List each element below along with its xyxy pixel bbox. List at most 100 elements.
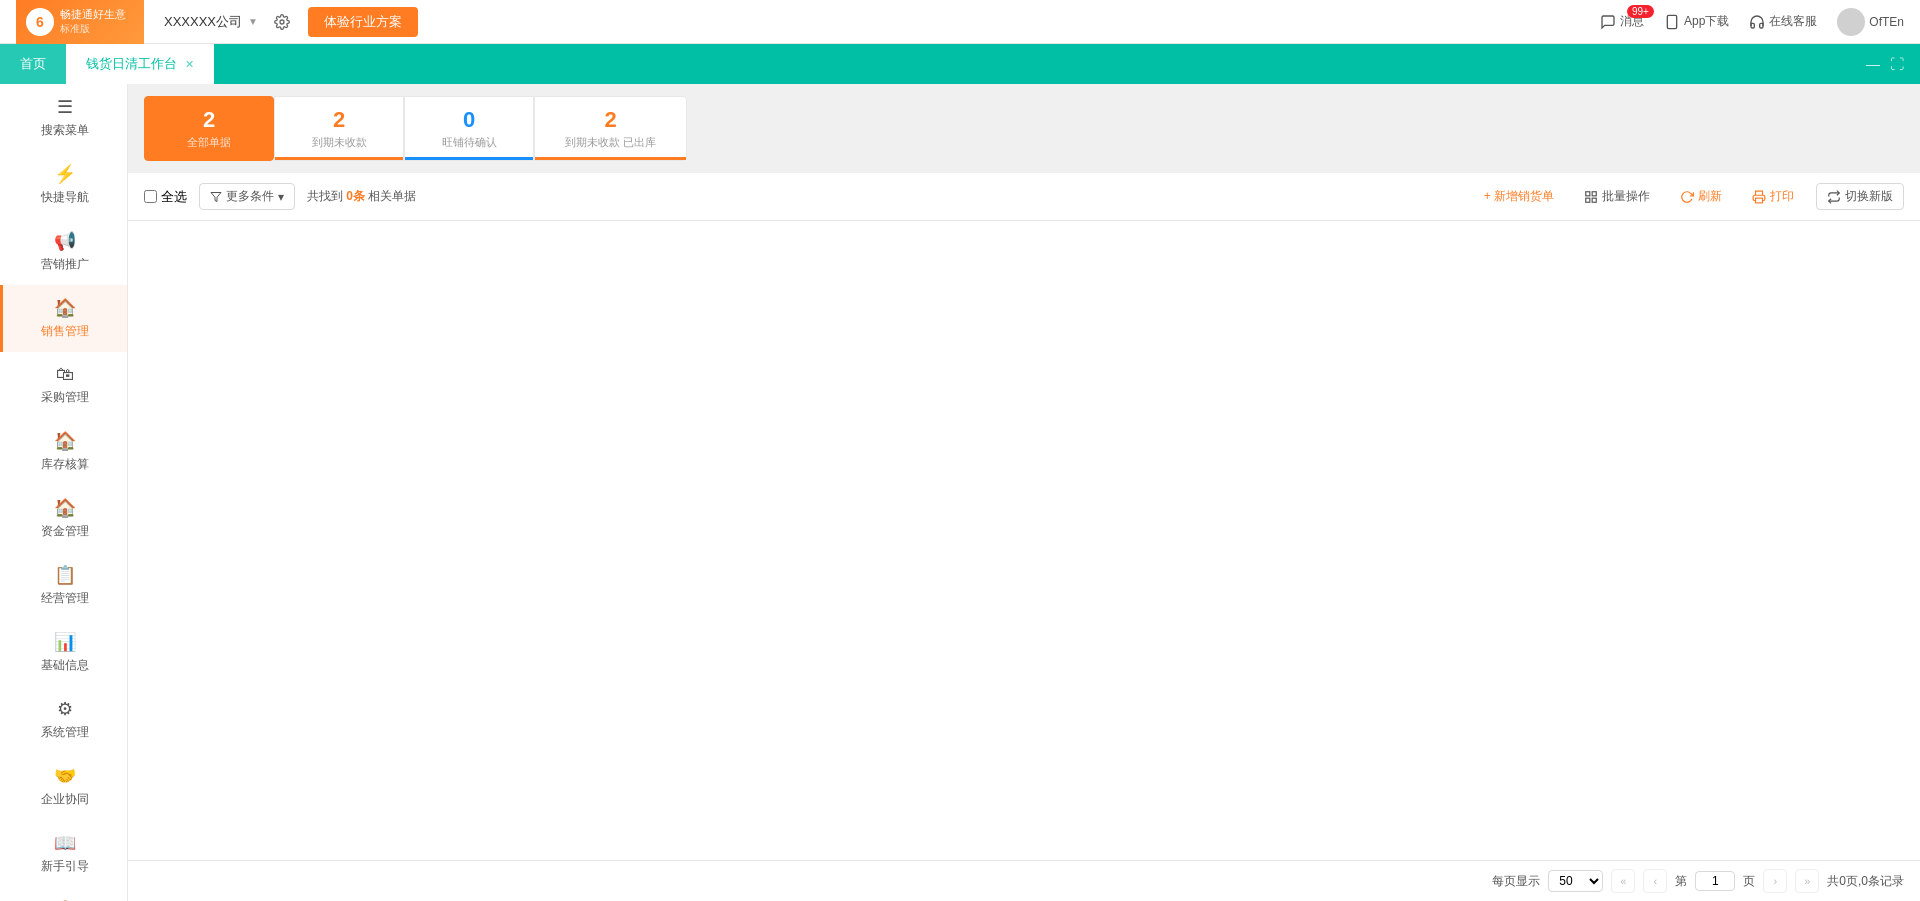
company-name: XXXXXX公司 (164, 13, 242, 31)
tab-money-goods-close[interactable]: ✕ (185, 58, 194, 71)
svg-rect-6 (1592, 198, 1596, 202)
select-all-input[interactable] (144, 190, 157, 203)
message-button[interactable]: 消息 99+ (1600, 13, 1644, 30)
guide-icon: 📖 (54, 832, 76, 854)
sidebar-item-operations-label: 经营管理 (41, 590, 89, 607)
sidebar-item-system[interactable]: ⚙ 系统管理 (0, 686, 127, 753)
sidebar: ☰ 搜索菜单 ⚡ 快捷导航 📢 营销推广 🏠 销售管理 🛍 采购管理 🏠 库存核… (0, 84, 128, 901)
system-icon: ⚙ (57, 698, 73, 720)
print-button[interactable]: 打印 (1744, 184, 1802, 209)
sidebar-item-finance[interactable]: 🏠 资金管理 (0, 485, 127, 552)
total-info: 共0页,0条记录 (1827, 873, 1904, 890)
switch-version-label: 切换新版 (1845, 188, 1893, 205)
basic-info-icon: 📊 (54, 631, 76, 653)
experience-button[interactable]: 体验行业方案 (308, 7, 418, 37)
tab-minimize-button[interactable]: — (1866, 56, 1880, 72)
new-sales-order-label: + 新增销货单 (1484, 188, 1554, 205)
search-menu-icon: ☰ (57, 96, 73, 118)
stat-card-overdue-out[interactable]: 2 到期未收款 已出库 (534, 96, 687, 161)
inventory-icon: 🏠 (54, 430, 76, 452)
company-selector[interactable]: XXXXXX公司 ▼ (164, 13, 258, 31)
sidebar-item-search-menu-label: 搜索菜单 (41, 122, 89, 139)
stat-wangpu-underline (405, 157, 533, 160)
app-download-button[interactable]: App下载 (1664, 13, 1729, 30)
sidebar-item-guide-label: 新手引导 (41, 858, 89, 875)
company-dropdown-arrow: ▼ (248, 16, 258, 27)
sidebar-item-quick-nav[interactable]: ⚡ 快捷导航 (0, 151, 127, 218)
online-service-label: 在线客服 (1769, 13, 1817, 30)
operations-icon: 📋 (54, 564, 76, 586)
batch-operation-label: 批量操作 (1602, 188, 1650, 205)
print-label: 打印 (1770, 188, 1794, 205)
logo-area: 6 畅捷通好生意 标准版 (16, 0, 144, 44)
finance-icon: 🏠 (54, 497, 76, 519)
sidebar-item-operations[interactable]: 📋 经营管理 (0, 552, 127, 619)
switch-version-button[interactable]: 切换新版 (1816, 183, 1904, 210)
toolbar-right: + 新增销货单 批量操作 刷新 (1476, 183, 1904, 210)
found-text: 共找到 0条 相关单据 (307, 188, 416, 205)
sidebar-item-quick-nav-label: 快捷导航 (41, 189, 89, 206)
filter-button[interactable]: 更多条件 ▾ (199, 183, 295, 210)
tab-home[interactable]: 首页 (0, 44, 66, 84)
enterprise-icon: 🤝 (54, 765, 76, 787)
tab-bar-actions: — ⛶ (1866, 56, 1920, 72)
stat-overdue-out-num: 2 (604, 107, 616, 133)
page-unit: 页 (1743, 873, 1755, 890)
stat-overdue-num: 2 (333, 107, 345, 133)
stat-all-label: 全部单据 (187, 135, 231, 150)
per-page-select[interactable]: 10 20 50 100 (1548, 870, 1603, 892)
stat-card-all[interactable]: 2 全部单据 (144, 96, 274, 161)
stat-card-overdue[interactable]: 2 到期未收款 (274, 96, 404, 161)
new-sales-order-button[interactable]: + 新增销货单 (1476, 184, 1562, 209)
pagination-bar: 每页显示 10 20 50 100 « ‹ 第 页 › » 共0页,0条记录 (128, 860, 1920, 901)
page-prev-button[interactable]: ‹ (1643, 869, 1667, 893)
avatar (1837, 8, 1865, 36)
toolbar: 全选 更多条件 ▾ 共找到 0条 相关单据 + 新增销货单 (128, 173, 1920, 221)
svg-marker-3 (211, 192, 221, 201)
tab-money-goods[interactable]: 钱货日清工作台 ✕ (66, 44, 214, 84)
main-layout: ☰ 搜索菜单 ⚡ 快捷导航 📢 营销推广 🏠 销售管理 🛍 采购管理 🏠 库存核… (0, 84, 1920, 901)
sidebar-item-inventory-label: 库存核算 (41, 456, 89, 473)
stat-card-wangpu[interactable]: 0 旺铺待确认 (404, 96, 534, 161)
sidebar-item-purchase[interactable]: 🛍 采购管理 (0, 352, 127, 418)
found-suffix: 相关单据 (368, 189, 416, 203)
stat-all-num: 2 (203, 107, 215, 133)
sidebar-item-marketing[interactable]: 📢 营销推广 (0, 218, 127, 285)
filter-arrow: ▾ (278, 190, 284, 204)
sidebar-item-enterprise[interactable]: 🤝 企业协同 (0, 753, 127, 820)
page-next-button[interactable]: › (1763, 869, 1787, 893)
sales-icon: 🏠 (54, 297, 76, 319)
select-all-checkbox[interactable]: 全选 (144, 188, 187, 206)
stat-overdue-label: 到期未收款 (312, 135, 367, 150)
select-all-label: 全选 (161, 188, 187, 206)
logo-text-block: 畅捷通好生意 标准版 (60, 7, 126, 35)
filter-label: 更多条件 (226, 188, 274, 205)
nav-tabs-bar: 首页 钱货日清工作台 ✕ — ⛶ (0, 44, 1920, 84)
tab-home-label: 首页 (20, 55, 46, 73)
tab-maximize-button[interactable]: ⛶ (1890, 56, 1904, 72)
sidebar-item-basic-info[interactable]: 📊 基础信息 (0, 619, 127, 686)
sidebar-item-inventory[interactable]: 🏠 库存核算 (0, 418, 127, 485)
stat-cards: 2 全部单据 2 到期未收款 0 旺铺待确认 2 到期未收款 已出库 (128, 84, 1920, 173)
user-avatar-area[interactable]: OfTEn (1837, 8, 1904, 36)
online-service-button[interactable]: 在线客服 (1749, 13, 1817, 30)
stat-overdue-out-underline (535, 157, 686, 160)
sidebar-item-sales[interactable]: 🏠 销售管理 (0, 285, 127, 352)
app-download-label: App下载 (1684, 13, 1729, 30)
page-first-button[interactable]: « (1611, 869, 1635, 893)
sidebar-item-search-menu[interactable]: ☰ 搜索菜单 (0, 84, 127, 151)
page-last-button[interactable]: » (1795, 869, 1819, 893)
sidebar-item-app-center[interactable]: 📦 应用中心 (0, 887, 127, 901)
svg-rect-7 (1586, 198, 1590, 202)
refresh-button[interactable]: 刷新 (1672, 184, 1730, 209)
settings-button[interactable] (268, 8, 296, 36)
batch-operation-button[interactable]: 批量操作 (1576, 184, 1658, 209)
table-area (128, 221, 1920, 860)
marketing-icon: 📢 (54, 230, 76, 252)
stat-wangpu-num: 0 (463, 107, 475, 133)
page-number-input[interactable] (1695, 871, 1735, 891)
logo-icon: 6 (26, 8, 54, 36)
tab-money-goods-label: 钱货日清工作台 (86, 55, 177, 73)
sidebar-item-guide[interactable]: 📖 新手引导 (0, 820, 127, 887)
svg-rect-4 (1586, 191, 1590, 195)
